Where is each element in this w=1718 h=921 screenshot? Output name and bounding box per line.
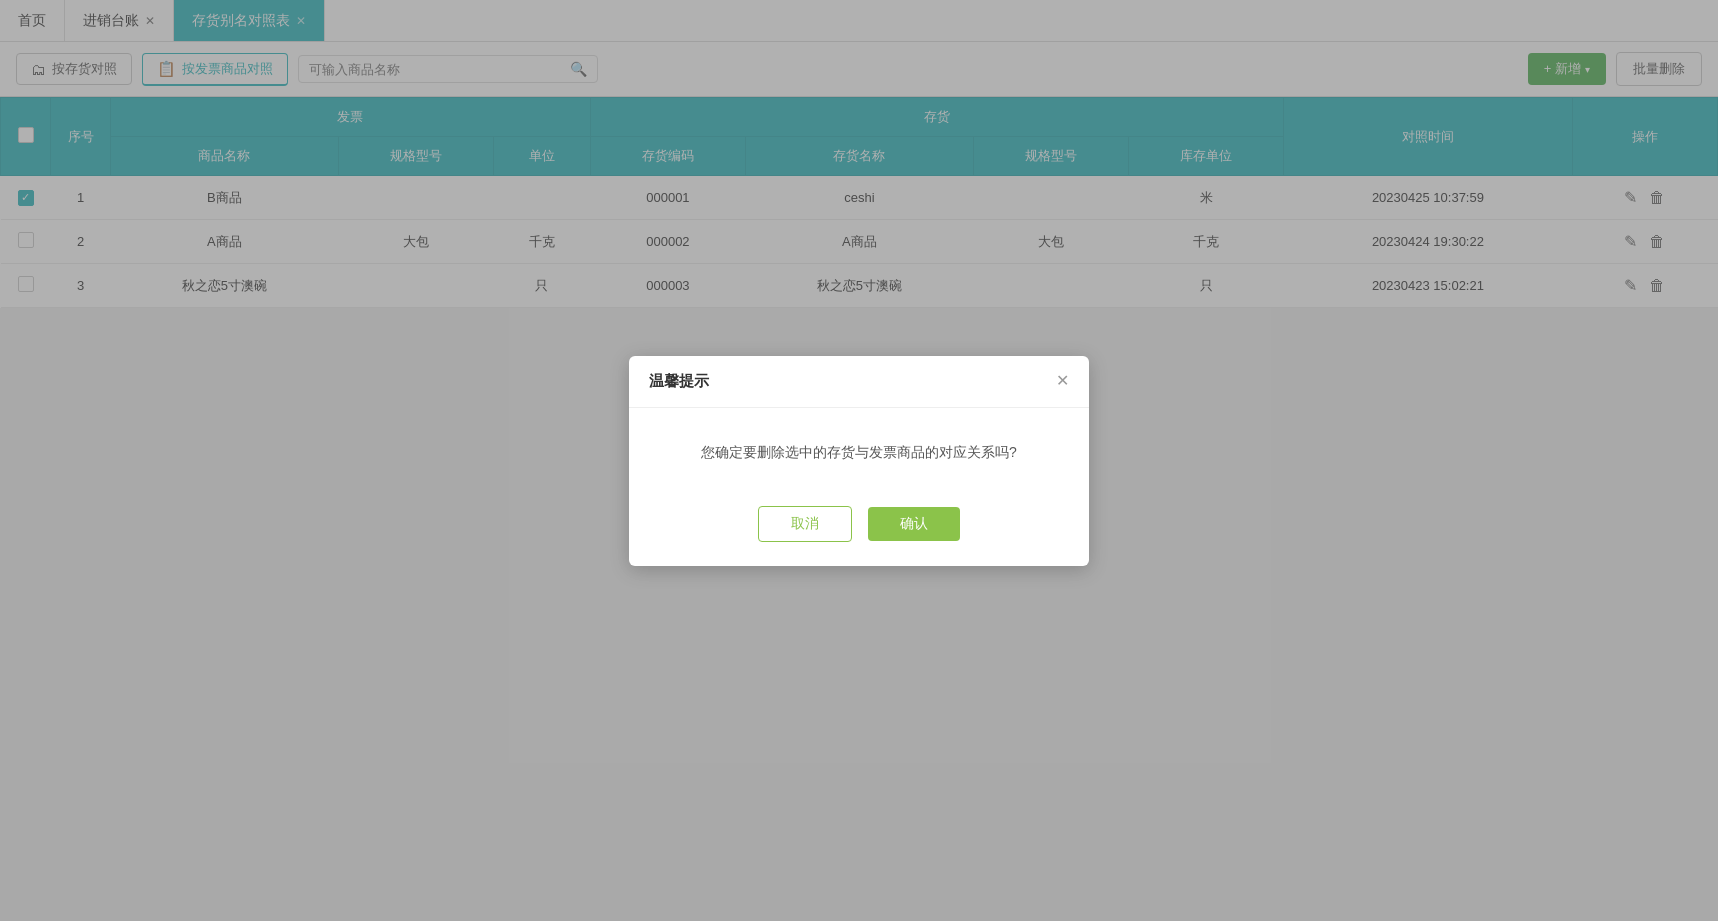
overlay: 温馨提示 ✕ 您确定要删除选中的存货与发票商品的对应关系吗? 取消 确认 xyxy=(0,0,1718,308)
